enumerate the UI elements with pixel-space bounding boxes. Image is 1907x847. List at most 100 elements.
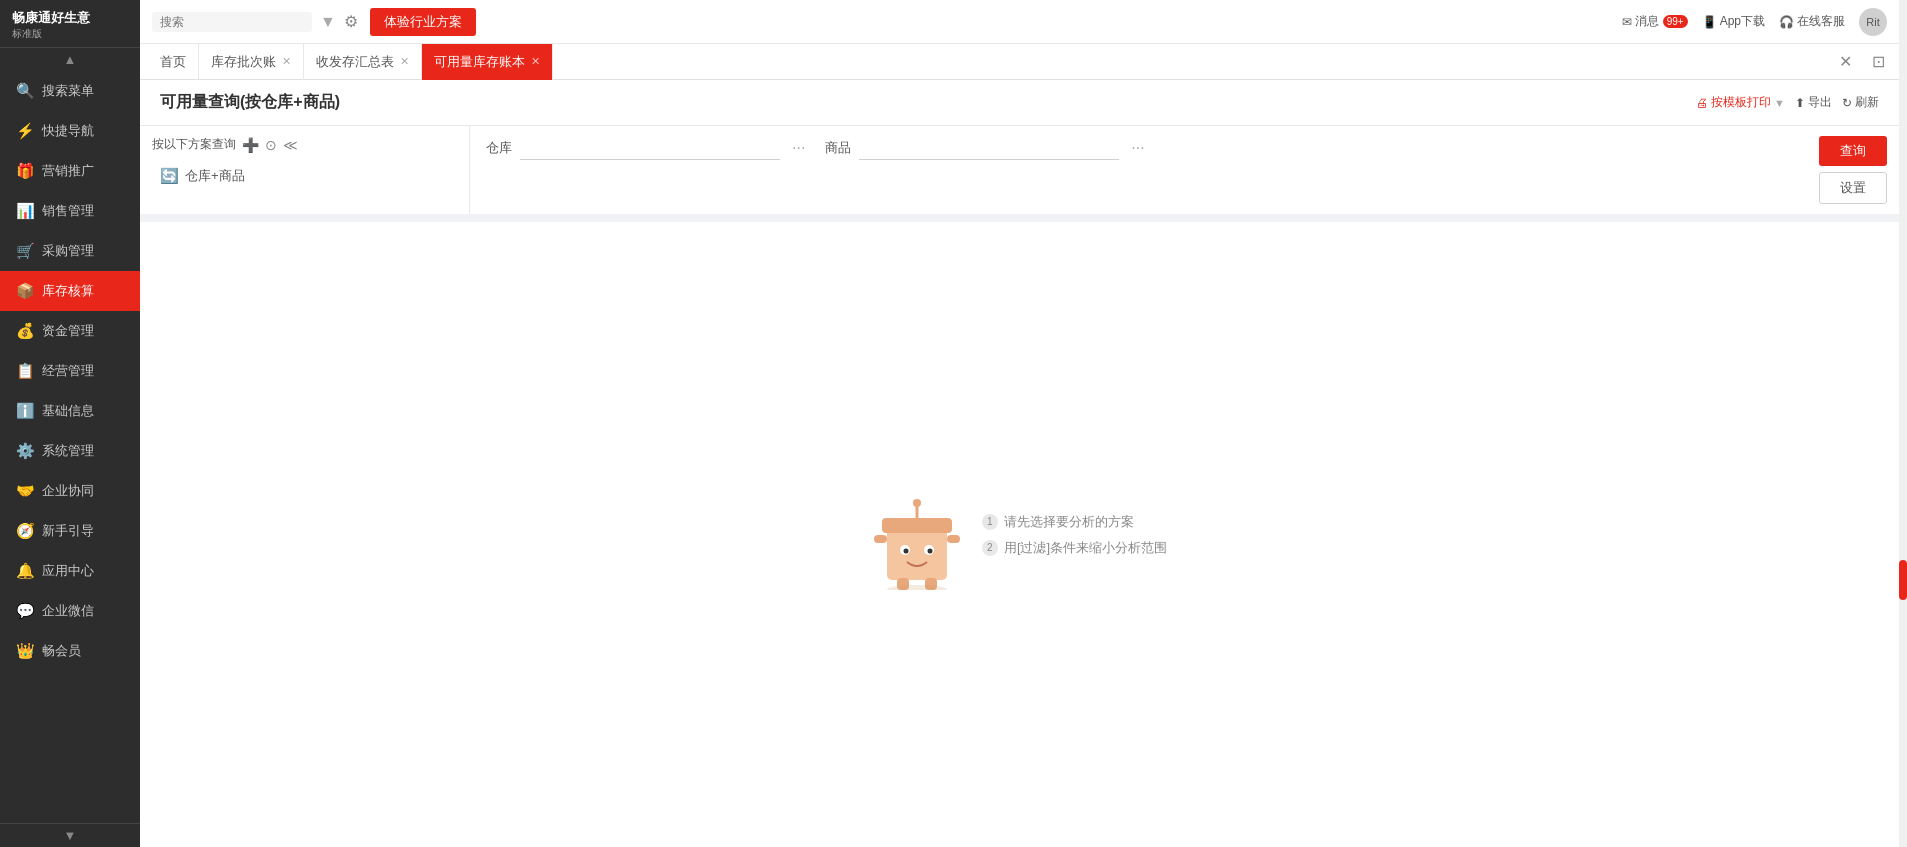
sidebar-item-search[interactable]: 🔍 搜索菜单 [0,71,140,111]
goods-label: 商品 [825,139,851,157]
main-area: ▼ ⚙ 体验行业方案 ✉ 消息 99+ 📱 App下载 🎧 在线客服 Rit [140,0,1899,847]
compass-icon: 🧭 [16,522,34,540]
tab-collect-ledger-close[interactable]: ✕ [400,55,409,68]
message-icon: ✉ [1622,15,1632,29]
empty-svg [872,490,962,590]
svg-rect-8 [874,535,887,543]
sidebar-item-purchase[interactable]: 🛒 采购管理 [0,231,140,271]
message-btn[interactable]: ✉ 消息 99+ [1622,13,1688,30]
warehouse-more-btn[interactable]: ··· [792,139,805,157]
sidebar-item-label: 资金管理 [42,322,94,340]
settings-scheme-btn[interactable]: ⊙ [265,137,277,153]
gift-icon: 🎁 [16,162,34,180]
close-window-btn[interactable]: ✕ [1833,52,1858,71]
mobile-icon: 📱 [1702,15,1717,29]
tab-batch-ledger[interactable]: 库存批次账 ✕ [199,44,304,80]
sidebar-item-marketing[interactable]: 🎁 营销推广 [0,151,140,191]
clipboard-icon: 📋 [16,362,34,380]
user-avatar[interactable]: Rit [1859,8,1887,36]
tab-collect-ledger[interactable]: 收发存汇总表 ✕ [304,44,422,80]
settings-icon[interactable]: ⚙ [344,12,358,31]
box-icon: 📦 [16,282,34,300]
search-input[interactable] [152,12,312,32]
app-download-btn[interactable]: 📱 App下载 [1702,13,1765,30]
goods-field: 商品 ··· [825,136,1144,160]
sidebar-item-system[interactable]: ⚙️ 系统管理 [0,431,140,471]
svg-point-4 [903,548,908,553]
sidebar-item-member[interactable]: 👑 畅会员 [0,631,140,671]
sidebar-item-label: 采购管理 [42,242,94,260]
topbar: ▼ ⚙ 体验行业方案 ✉ 消息 99+ 📱 App下载 🎧 在线客服 Rit [140,0,1899,44]
tab-available-ledger-label: 可用量库存账本 [434,53,525,71]
export-btn[interactable]: ⬆ 导出 [1795,94,1832,111]
flash-icon: ⚡ [16,122,34,140]
sidebar-item-label: 销售管理 [42,202,94,220]
info-icon: ℹ️ [16,402,34,420]
goods-input[interactable] [859,136,1119,160]
svg-rect-1 [882,518,952,533]
scheme-item-warehouse-goods[interactable]: 🔄 仓库+商品 [152,161,457,191]
sidebar-item-apps[interactable]: 🔔 应用中心 [0,551,140,591]
online-service-label: 在线客服 [1797,13,1845,30]
scheme-header-label: 按以下方案查询 [152,136,236,153]
page-title: 可用量查询(按仓库+商品) [160,92,340,113]
trial-industry-btn[interactable]: 体验行业方案 [370,8,476,36]
sidebar-item-operation[interactable]: 📋 经营管理 [0,351,140,391]
dropdown-icon[interactable]: ▼ [1774,97,1785,109]
warehouse-label: 仓库 [486,139,512,157]
sidebar-item-sales[interactable]: 📊 销售管理 [0,191,140,231]
scrollbar-thumb[interactable] [1899,560,1907,600]
tabbar: 首页 库存批次账 ✕ 收发存汇总表 ✕ 可用量库存账本 ✕ ✕ ⊡ [140,44,1899,80]
step1-text: 请先选择要分析的方案 [1004,513,1134,531]
settings-button[interactable]: 设置 [1819,172,1887,204]
bell-icon: 🔔 [16,562,34,580]
search-icon: 🔍 [16,82,34,100]
scroll-up-btn[interactable]: ▲ [0,48,140,71]
warehouse-field: 仓库 ··· [486,136,805,160]
dropdown-icon[interactable]: ▼ [320,13,336,31]
username-label: Rit [1866,16,1879,28]
sidebar-item-newbie[interactable]: 🧭 新手引导 [0,511,140,551]
sidebar-item-label: 库存核算 [42,282,94,300]
online-service-btn[interactable]: 🎧 在线客服 [1779,13,1845,30]
page-header: 可用量查询(按仓库+商品) 🖨 按模板打印 ▼ ⬆ 导出 ↻ 刷新 [140,80,1899,126]
refresh-icon: ↻ [1842,96,1852,110]
sidebar-item-label: 企业协同 [42,482,94,500]
tab-home[interactable]: 首页 [148,44,199,80]
tab-batch-ledger-close[interactable]: ✕ [282,55,291,68]
sidebar-item-label: 经营管理 [42,362,94,380]
gear-icon: ⚙️ [16,442,34,460]
search-button[interactable]: 查询 [1819,136,1887,166]
sidebar-item-wechat[interactable]: 💬 企业微信 [0,591,140,631]
goods-more-btn[interactable]: ··· [1131,139,1144,157]
sidebar-item-shortcut[interactable]: ⚡ 快捷导航 [0,111,140,151]
sidebar-item-inventory[interactable]: 📦 库存核算 [0,271,140,311]
money-icon: 💰 [16,322,34,340]
query-fields: 仓库 ··· 商品 ··· [470,126,1807,214]
scheme-item-label: 仓库+商品 [185,167,245,185]
tab-available-ledger-close[interactable]: ✕ [531,55,540,68]
tab-home-label: 首页 [160,53,186,71]
svg-rect-0 [887,525,947,580]
add-scheme-btn[interactable]: ➕ [242,137,259,153]
sidebar-item-finance[interactable]: 💰 资金管理 [0,311,140,351]
scroll-down-btn[interactable]: ▼ [0,823,140,847]
query-section: 按以下方案查询 ➕ ⊙ ≪ 🔄 仓库+商品 仓库 ··· [140,126,1899,214]
sidebar-item-enterprise[interactable]: 🤝 企业协同 [0,471,140,511]
app-download-label: App下载 [1720,13,1765,30]
print-btn[interactable]: 🖨 按模板打印 ▼ [1696,94,1785,111]
page-content: 可用量查询(按仓库+商品) 🖨 按模板打印 ▼ ⬆ 导出 ↻ 刷新 [140,80,1899,847]
sidebar-item-label: 企业微信 [42,602,94,620]
sidebar-item-basic[interactable]: ℹ️ 基础信息 [0,391,140,431]
collapse-scheme-btn[interactable]: ≪ [283,137,298,153]
refresh-btn[interactable]: ↻ 刷新 [1842,94,1879,111]
svg-point-12 [887,585,947,590]
sidebar-item-label: 营销推广 [42,162,94,180]
expand-window-btn[interactable]: ⊡ [1866,52,1891,71]
query-actions: 查询 设置 [1807,126,1899,214]
warehouse-input[interactable] [520,136,780,160]
brand-version: 标准版 [12,27,128,41]
tab-available-ledger[interactable]: 可用量库存账本 ✕ [422,44,553,80]
sidebar-scroll: 🔍 搜索菜单 ⚡ 快捷导航 🎁 营销推广 📊 销售管理 🛒 采购管理 📦 库存核… [0,71,140,823]
sidebar-item-label: 系统管理 [42,442,94,460]
